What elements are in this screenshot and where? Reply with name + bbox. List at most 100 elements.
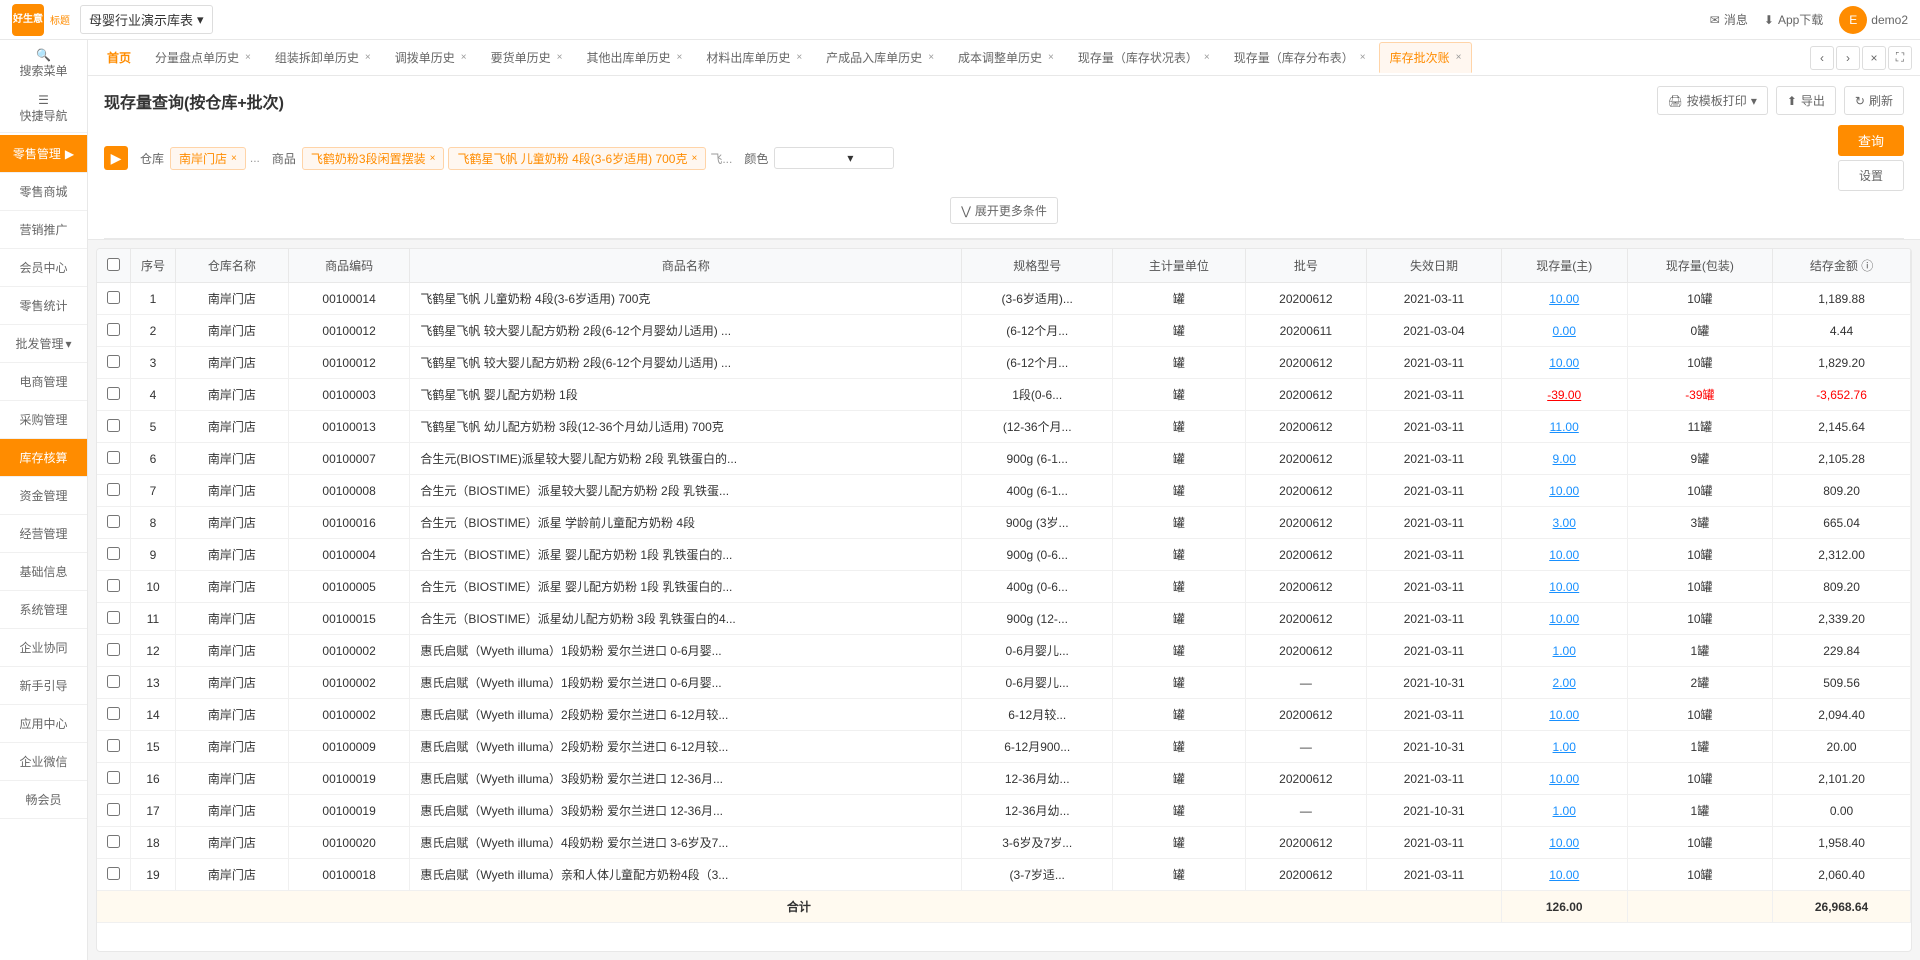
sidebar-item-wechat[interactable]: 企业微信 — [0, 743, 87, 781]
row-checkbox[interactable] — [107, 803, 120, 816]
row-checkbox[interactable] — [107, 355, 120, 368]
row-checkbox[interactable] — [107, 771, 120, 784]
sidebar-item-wholesale[interactable]: 批发管理 ▾ — [0, 325, 87, 363]
row-checkbox[interactable] — [107, 419, 120, 432]
td-qty[interactable]: 10.00 — [1501, 763, 1627, 795]
row-checkbox[interactable] — [107, 611, 120, 624]
row-checkbox[interactable] — [107, 579, 120, 592]
td-qty[interactable]: 1.00 — [1501, 795, 1627, 827]
tab-material-outbound[interactable]: 材料出库单历史 × — [695, 42, 813, 73]
tab-transfer-history[interactable]: 调拨单历史 × — [384, 42, 478, 73]
quick-nav[interactable]: ☰ 快捷导航 — [0, 87, 87, 130]
row-checkbox[interactable] — [107, 323, 120, 336]
tab-next-btn[interactable]: › — [1836, 46, 1860, 70]
tab-close-all-btn[interactable]: × — [1862, 46, 1886, 70]
sidebar-item-retail-management[interactable]: 零售管理 ▶ — [0, 135, 87, 173]
tab-fullscreen-btn[interactable]: ⛶ — [1888, 46, 1912, 70]
select-all-checkbox[interactable] — [107, 258, 120, 271]
tab-cost-adjust[interactable]: 成本调整单历史 × — [947, 42, 1065, 73]
messages-btn[interactable]: ✉ 消息 — [1710, 11, 1748, 28]
sidebar-item-operations[interactable]: 经营管理 — [0, 515, 87, 553]
query-btn[interactable]: 查询 — [1838, 125, 1904, 156]
tab-inventory-status[interactable]: 现存量（库存状况表） × — [1067, 42, 1221, 73]
td-qty[interactable]: 3.00 — [1501, 507, 1627, 539]
export-btn[interactable]: ⬆ 导出 — [1776, 86, 1836, 115]
product-tag-2-close-icon[interactable]: × — [691, 153, 697, 164]
td-qty[interactable]: 10.00 — [1501, 859, 1627, 891]
td-qty[interactable]: 0.00 — [1501, 315, 1627, 347]
td-qty[interactable]: 10.00 — [1501, 283, 1627, 315]
tab-other-outbound[interactable]: 其他出库单历史 × — [575, 42, 693, 73]
color-select[interactable]: ▾ — [774, 147, 894, 169]
sidebar-item-membership[interactable]: 畅会员 — [0, 781, 87, 819]
tab-inventory-batch[interactable]: 库存批次账 × — [1379, 42, 1473, 73]
td-qty[interactable]: 11.00 — [1501, 411, 1627, 443]
tab-close-icon[interactable]: × — [245, 52, 251, 63]
sidebar-item-ecommerce[interactable]: 电商管理 — [0, 363, 87, 401]
row-checkbox[interactable] — [107, 675, 120, 688]
td-qty[interactable]: 10.00 — [1501, 699, 1627, 731]
row-checkbox[interactable] — [107, 451, 120, 464]
sidebar-item-app-center[interactable]: 应用中心 — [0, 705, 87, 743]
row-checkbox[interactable] — [107, 739, 120, 752]
td-qty[interactable]: 10.00 — [1501, 603, 1627, 635]
expand-conditions-btn[interactable]: ⋁ 展开更多条件 — [950, 197, 1058, 224]
tab-close-icon[interactable]: × — [461, 52, 467, 63]
sidebar-item-retail-stats[interactable]: 零售统计 — [0, 287, 87, 325]
td-qty[interactable]: 10.00 — [1501, 571, 1627, 603]
sidebar-item-retail-shop[interactable]: 零售商城 — [0, 173, 87, 211]
row-checkbox[interactable] — [107, 291, 120, 304]
row-checkbox[interactable] — [107, 867, 120, 880]
sidebar-item-basic-info[interactable]: 基础信息 — [0, 553, 87, 591]
print-btn[interactable]: 🖨 按模板打印 ▾ — [1657, 86, 1768, 115]
tab-close-icon[interactable]: × — [796, 52, 802, 63]
tab-assemble-history[interactable]: 组装拆卸单历史 × — [264, 42, 382, 73]
product-more[interactable]: 飞... — [710, 150, 732, 167]
sidebar-item-finance[interactable]: 资金管理 — [0, 477, 87, 515]
tab-requisition-history[interactable]: 要货单历史 × — [480, 42, 574, 73]
td-qty[interactable]: 10.00 — [1501, 827, 1627, 859]
sidebar-item-inventory[interactable]: 库存核算 — [0, 439, 87, 477]
tab-inventory-history[interactable]: 分量盘点单历史 × — [144, 42, 262, 73]
user-area[interactable]: E demo2 — [1839, 6, 1908, 34]
sidebar-item-purchase[interactable]: 采购管理 — [0, 401, 87, 439]
td-qty[interactable]: 10.00 — [1501, 347, 1627, 379]
td-qty[interactable]: 2.00 — [1501, 667, 1627, 699]
sidebar-item-guide[interactable]: 新手引导 — [0, 667, 87, 705]
sidebar-item-marketing[interactable]: 营销推广 — [0, 211, 87, 249]
row-checkbox[interactable] — [107, 547, 120, 560]
row-checkbox[interactable] — [107, 483, 120, 496]
row-checkbox[interactable] — [107, 387, 120, 400]
refresh-btn[interactable]: ↻ 刷新 — [1844, 86, 1904, 115]
expand-filter-btn[interactable]: ▶ — [104, 146, 128, 170]
td-qty[interactable]: 1.00 — [1501, 635, 1627, 667]
product-tag-1-close-icon[interactable]: × — [430, 153, 436, 164]
tab-close-icon[interactable]: × — [1048, 52, 1054, 63]
sidebar-item-enterprise[interactable]: 企业协同 — [0, 629, 87, 667]
app-download-btn[interactable]: ⬇ App下载 — [1764, 11, 1823, 28]
warehouse-tag-close-icon[interactable]: × — [231, 153, 237, 164]
setting-btn[interactable]: 设置 — [1838, 160, 1904, 191]
sidebar-item-member-center[interactable]: 会员中心 — [0, 249, 87, 287]
tab-finished-inbound[interactable]: 产成品入库单历史 × — [815, 42, 945, 73]
td-qty[interactable]: 10.00 — [1501, 475, 1627, 507]
tab-prev-btn[interactable]: ‹ — [1810, 46, 1834, 70]
tab-close-icon[interactable]: × — [1456, 52, 1462, 63]
td-qty[interactable]: 1.00 — [1501, 731, 1627, 763]
td-qty[interactable]: 10.00 — [1501, 539, 1627, 571]
tab-close-icon[interactable]: × — [365, 52, 371, 63]
td-qty[interactable]: -39.00 — [1501, 379, 1627, 411]
tab-close-icon[interactable]: × — [928, 52, 934, 63]
tab-close-icon[interactable]: × — [676, 52, 682, 63]
sidebar-item-system[interactable]: 系统管理 — [0, 591, 87, 629]
row-checkbox[interactable] — [107, 515, 120, 528]
tab-close-icon[interactable]: × — [557, 52, 563, 63]
system-select[interactable]: 母婴行业演示库表 ▾ — [80, 5, 213, 34]
tab-close-icon[interactable]: × — [1204, 52, 1210, 63]
sidebar-search[interactable]: 🔍 搜索菜单 — [0, 40, 87, 87]
warehouse-more[interactable]: ... — [250, 151, 260, 165]
tab-close-icon[interactable]: × — [1360, 52, 1366, 63]
tab-inventory-dist[interactable]: 现存量（库存分布表） × — [1223, 42, 1377, 73]
row-checkbox[interactable] — [107, 643, 120, 656]
row-checkbox[interactable] — [107, 835, 120, 848]
